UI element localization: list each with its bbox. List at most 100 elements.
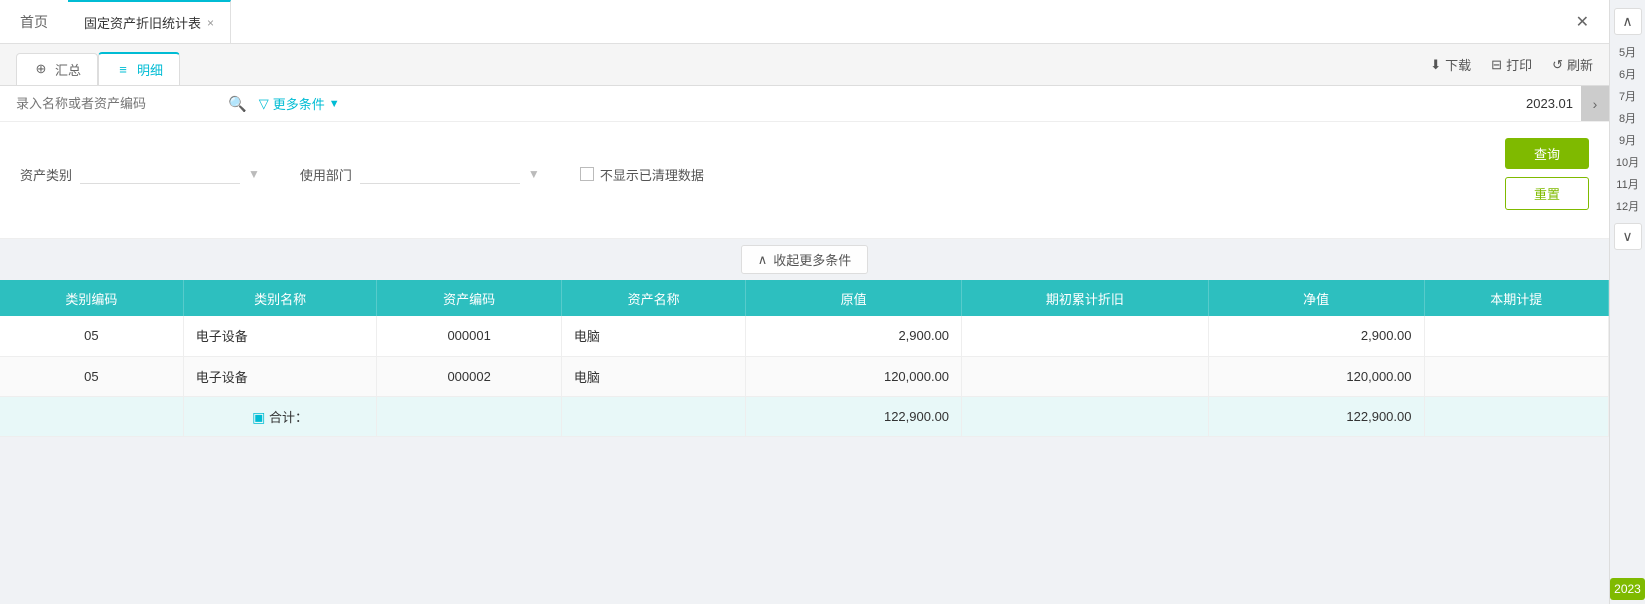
col-current-dep: 本期计提: [1424, 280, 1609, 316]
table-wrapper: 类别编码 类别名称 资产编码 资产名称 原值 期初累计折旧 净值 本期计提 05…: [0, 280, 1609, 604]
filter-row-1: 资产类别 ▼ 使用部门 ▼ 不显示已清理数据 查询 重置: [20, 138, 1589, 210]
asset-category-arrow: ▼: [248, 167, 260, 181]
nav-home[interactable]: 首页: [0, 0, 68, 43]
collapse-label: 收起更多条件: [773, 250, 851, 269]
col-net-value: 净值: [1208, 280, 1424, 316]
collapse-bar: ∧ 收起更多条件: [0, 239, 1609, 280]
cell-asset-code: 000001: [377, 316, 561, 356]
download-icon: ⬇: [1430, 57, 1441, 73]
filter-funnel-icon: ▽: [259, 96, 269, 112]
refresh-label: 刷新: [1567, 55, 1593, 74]
nav-tab-label: 固定资产折旧统计表: [84, 13, 201, 32]
cell-asset-name: 电脑: [561, 356, 745, 396]
cell-net-value: 120,000.00: [1208, 356, 1424, 396]
cell-category-name: 电子设备: [183, 356, 377, 396]
tab-detail-label: 明细: [137, 60, 163, 79]
refresh-button[interactable]: ↺ 刷新: [1552, 55, 1593, 74]
close-tab-icon[interactable]: ×: [207, 16, 214, 30]
cell-accumulated-dep: [962, 356, 1209, 396]
asset-category-input[interactable]: [80, 164, 240, 184]
date-label: 2023.01: [1526, 96, 1573, 111]
download-label: 下载: [1445, 55, 1471, 74]
cell-asset-code: 000002: [377, 356, 561, 396]
no-cleared-checkbox-wrapper: 不显示已清理数据: [580, 165, 704, 184]
department-label: 使用部门: [300, 165, 352, 184]
col-original-value: 原值: [746, 280, 962, 316]
total-current-dep: [1424, 396, 1609, 436]
detail-icon: ≡: [115, 62, 131, 78]
filter-actions: 查询 重置: [1505, 138, 1589, 210]
date-display: 2023.01: [1526, 96, 1573, 111]
more-filter-button[interactable]: ▽ 更多条件 ▼: [259, 94, 340, 113]
more-filter-label: 更多条件: [273, 94, 325, 113]
table-row: 05 电子设备 000002 电脑 120,000.00 120,000.00: [0, 356, 1609, 396]
cell-asset-name: 电脑: [561, 316, 745, 356]
scroll-down-button[interactable]: ∨: [1614, 223, 1642, 250]
col-asset-code: 资产编码: [377, 280, 561, 316]
department-field: 使用部门 ▼: [300, 164, 540, 184]
nav-tab-active[interactable]: 固定资产折旧统计表 ×: [68, 0, 231, 43]
collapse-icon: ∧: [758, 252, 768, 268]
search-input[interactable]: [16, 96, 216, 111]
sidebar-month[interactable]: 7月: [1612, 85, 1643, 107]
tab-summary-label: 汇总: [55, 60, 81, 79]
refresh-icon: ↺: [1552, 57, 1563, 73]
right-sidebar: ∧ 5月6月7月8月9月10月11月12月 ∨ 2023: [1609, 0, 1645, 604]
cell-net-value: 2,900.00: [1208, 316, 1424, 356]
total-row: ▣ 合计： 122,900.00 122,900.00: [0, 396, 1609, 436]
collapse-button[interactable]: ∧ 收起更多条件: [741, 245, 869, 274]
cell-original-value: 2,900.00: [746, 316, 962, 356]
sidebar-month[interactable]: 6月: [1612, 63, 1643, 85]
advanced-filter-panel: 资产类别 ▼ 使用部门 ▼ 不显示已清理数据 查询 重置: [0, 122, 1609, 239]
tab-detail[interactable]: ≡ 明细: [98, 52, 180, 85]
search-icon: 🔍: [228, 95, 247, 113]
print-label: 打印: [1506, 55, 1532, 74]
asset-category-field: 资产类别 ▼: [20, 164, 260, 184]
total-label: ▣ 合计：: [183, 396, 377, 436]
cell-current-dep: [1424, 356, 1609, 396]
sidebar-month[interactable]: 9月: [1612, 129, 1643, 151]
total-accumulated-dep: [962, 396, 1209, 436]
no-cleared-label: 不显示已清理数据: [600, 165, 704, 184]
print-icon: ⊟: [1491, 57, 1502, 73]
table-header-row: 类别编码 类别名称 资产编码 资产名称 原值 期初累计折旧 净值 本期计提: [0, 280, 1609, 316]
scroll-up-button[interactable]: ∧: [1614, 8, 1642, 35]
sidebar-month[interactable]: 12月: [1612, 195, 1643, 217]
cell-accumulated-dep: [962, 316, 1209, 356]
sidebar-month[interactable]: 5月: [1612, 41, 1643, 63]
total-asset-name: [561, 396, 745, 436]
cell-original-value: 120,000.00: [746, 356, 962, 396]
col-accumulated-dep: 期初累计折旧: [962, 280, 1209, 316]
cell-category-name: 电子设备: [183, 316, 377, 356]
tabs-toolbar-row: ⊕ 汇总 ≡ 明细 ⬇ 下载 ⊟ 打印 ↺ 刷新: [0, 44, 1609, 86]
total-label-cell: [0, 396, 183, 436]
table-row: 05 电子设备 000001 电脑 2,900.00 2,900.00: [0, 316, 1609, 356]
year-label[interactable]: 2023: [1610, 578, 1645, 600]
more-filter-chevron: ▼: [329, 98, 340, 110]
query-button[interactable]: 查询: [1505, 138, 1589, 169]
cell-category-code: 05: [0, 316, 183, 356]
col-category-name: 类别名称: [183, 280, 377, 316]
close-window-button[interactable]: ✕: [1556, 0, 1609, 43]
no-cleared-checkbox[interactable]: [580, 167, 594, 181]
sidebar-month[interactable]: 10月: [1612, 151, 1643, 173]
sidebar-month[interactable]: 8月: [1612, 107, 1643, 129]
total-original-value: 122,900.00: [746, 396, 962, 436]
asset-category-label: 资产类别: [20, 165, 72, 184]
expand-panel-button[interactable]: ›: [1581, 86, 1609, 121]
print-button[interactable]: ⊟ 打印: [1491, 55, 1532, 74]
total-asset-code: [377, 396, 561, 436]
top-nav: 首页 固定资产折旧统计表 × ✕: [0, 0, 1609, 44]
col-asset-name: 资产名称: [561, 280, 745, 316]
reset-button[interactable]: 重置: [1505, 177, 1589, 210]
summary-icon: ⊕: [33, 61, 49, 77]
expand-icon: ›: [1593, 96, 1598, 112]
download-button[interactable]: ⬇ 下载: [1430, 55, 1471, 74]
department-input[interactable]: [360, 164, 520, 184]
sidebar-month[interactable]: 11月: [1612, 173, 1643, 195]
data-table: 类别编码 类别名称 资产编码 资产名称 原值 期初累计折旧 净值 本期计提 05…: [0, 280, 1609, 437]
cell-category-code: 05: [0, 356, 183, 396]
filter-bar: 🔍 ▽ 更多条件 ▼ 2023.01 ›: [0, 86, 1609, 122]
col-category-code: 类别编码: [0, 280, 183, 316]
tab-summary[interactable]: ⊕ 汇总: [16, 53, 98, 85]
